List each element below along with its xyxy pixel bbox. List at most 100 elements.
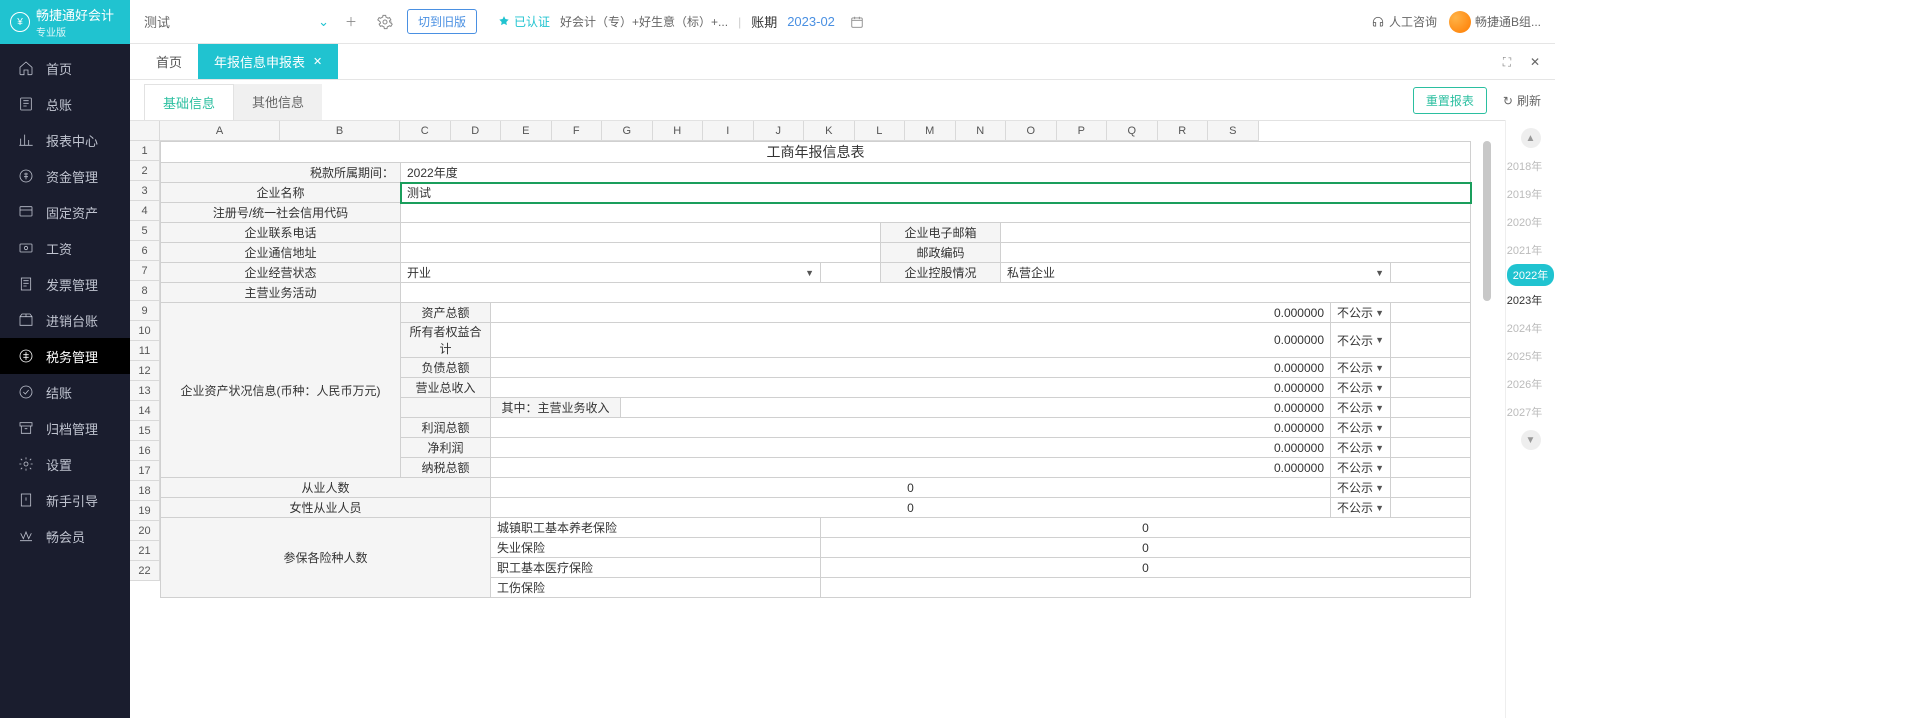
cell[interactable] (821, 263, 881, 283)
year-option[interactable]: 2022年 (1507, 264, 1554, 286)
year-option[interactable]: 2027年 (1507, 398, 1554, 426)
row-header[interactable]: 3 (130, 181, 160, 201)
row-header[interactable]: 19 (130, 501, 160, 521)
reg-no-cell[interactable] (401, 203, 1471, 223)
metric-value[interactable]: 0.000000 (491, 323, 1331, 358)
disclose-select[interactable]: 不公示▼ (1331, 358, 1391, 378)
support-link[interactable]: 人工咨询 (1371, 13, 1437, 30)
value-cell[interactable]: 0 (491, 498, 1331, 518)
row-header[interactable]: 1 (130, 141, 160, 161)
column-header[interactable]: O (1006, 121, 1057, 141)
column-header[interactable]: Q (1107, 121, 1158, 141)
row-header[interactable]: 18 (130, 481, 160, 501)
cell[interactable] (1001, 223, 1471, 243)
column-header[interactable]: L (855, 121, 906, 141)
row-header[interactable]: 6 (130, 241, 160, 261)
row-header[interactable]: 10 (130, 321, 160, 341)
cell[interactable] (1391, 498, 1471, 518)
metric-value[interactable]: 0.000000 (491, 378, 1331, 398)
column-header[interactable]: B (280, 121, 400, 141)
sidebar-item-home[interactable]: 首页 (0, 50, 130, 86)
user-menu[interactable]: 畅捷通B组... (1449, 11, 1541, 33)
column-header[interactable]: M (905, 121, 956, 141)
row-header[interactable]: 20 (130, 521, 160, 541)
disclose-select[interactable]: 不公示▼ (1331, 438, 1391, 458)
metric-value[interactable]: 0.000000 (491, 303, 1331, 323)
refresh-button[interactable]: ↻ 刷新 (1503, 92, 1541, 109)
cell[interactable] (1001, 243, 1471, 263)
sub-tab[interactable]: 基础信息 (144, 84, 234, 120)
sub-tab[interactable]: 其他信息 (234, 84, 322, 120)
spreadsheet[interactable]: ABCDEFGHIJKLMNOPQRST 1234567891011121314… (130, 120, 1505, 718)
close-tabs-button[interactable]: ✕ (1523, 50, 1547, 74)
row-header[interactable]: 5 (130, 221, 160, 241)
year-down-button[interactable]: ▼ (1521, 430, 1541, 450)
add-company-button[interactable]: ＋ (339, 10, 363, 34)
period-value[interactable]: 2023-02 (787, 14, 835, 29)
cell[interactable] (401, 283, 1471, 303)
sidebar-item-settings[interactable]: 设置 (0, 446, 130, 482)
sidebar-item-guide[interactable]: 新手引导 (0, 482, 130, 518)
sidebar-item-close[interactable]: 结账 (0, 374, 130, 410)
cell[interactable] (1391, 478, 1471, 498)
row-header[interactable]: 14 (130, 401, 160, 421)
metric-value[interactable]: 0.000000 (491, 438, 1331, 458)
row-header[interactable]: 13 (130, 381, 160, 401)
disclose-select[interactable]: 不公示▼ (1331, 378, 1391, 398)
sidebar-item-archive[interactable]: 归档管理 (0, 410, 130, 446)
insurance-value[interactable] (821, 578, 1471, 598)
cell[interactable] (1391, 398, 1471, 418)
row-header[interactable]: 4 (130, 201, 160, 221)
sidebar-item-invoice[interactable]: 发票管理 (0, 266, 130, 302)
cell[interactable] (1391, 263, 1471, 283)
cell[interactable] (1391, 378, 1471, 398)
sidebar-item-ledger[interactable]: 总账 (0, 86, 130, 122)
row-header[interactable]: 21 (130, 541, 160, 561)
column-header[interactable]: S (1208, 121, 1259, 141)
sidebar-item-vip[interactable]: 畅会员 (0, 518, 130, 554)
page-tab[interactable]: 首页 (140, 44, 198, 79)
column-header[interactable]: E (501, 121, 552, 141)
close-icon[interactable]: ✕ (313, 55, 322, 68)
column-header[interactable]: K (804, 121, 855, 141)
sidebar-item-stock[interactable]: 进销台账 (0, 302, 130, 338)
switch-old-button[interactable]: 切到旧版 (407, 9, 477, 34)
metric-value[interactable]: 0.000000 (491, 458, 1331, 478)
status-select[interactable]: 开业▼ (401, 263, 821, 283)
year-option[interactable]: 2025年 (1507, 342, 1554, 370)
disclose-select[interactable]: 不公示▼ (1331, 398, 1391, 418)
company-selector[interactable]: 测试 ⌄ (144, 12, 329, 31)
vertical-scrollbar[interactable] (1481, 141, 1491, 718)
metric-value[interactable]: 0.000000 (491, 418, 1331, 438)
row-header[interactable]: 7 (130, 261, 160, 281)
column-header[interactable]: H (653, 121, 704, 141)
row-header[interactable]: 12 (130, 361, 160, 381)
disclose-select[interactable]: 不公示▼ (1331, 458, 1391, 478)
disclose-select[interactable]: 不公示▼ (1331, 498, 1391, 518)
value-cell[interactable]: 0 (491, 478, 1331, 498)
row-header[interactable]: 15 (130, 421, 160, 441)
year-option[interactable]: 2026年 (1507, 370, 1554, 398)
year-option[interactable]: 2023年 (1507, 286, 1554, 314)
column-header[interactable]: G (602, 121, 653, 141)
cell[interactable] (1391, 438, 1471, 458)
sidebar-item-asset[interactable]: 固定资产 (0, 194, 130, 230)
year-option[interactable]: 2018年 (1507, 152, 1554, 180)
period-dropdown-icon[interactable] (845, 10, 869, 34)
sidebar-item-salary[interactable]: 工资 (0, 230, 130, 266)
row-header[interactable]: 9 (130, 301, 160, 321)
metric-value[interactable]: 0.000000 (491, 358, 1331, 378)
sidebar-item-tax[interactable]: 税务管理 (0, 338, 130, 374)
insurance-value[interactable]: 0 (821, 558, 1471, 578)
company-name-cell[interactable]: 测试 (401, 183, 1471, 203)
period-value-cell[interactable]: 2022年度 (401, 163, 1471, 183)
disclose-select[interactable]: 不公示▼ (1331, 418, 1391, 438)
column-header[interactable]: D (451, 121, 502, 141)
metric-value[interactable]: 0.000000 (621, 398, 1331, 418)
year-option[interactable]: 2019年 (1507, 180, 1554, 208)
company-settings-button[interactable] (373, 10, 397, 34)
column-header[interactable]: J (754, 121, 805, 141)
column-header[interactable]: A (160, 121, 280, 141)
row-header[interactable]: 8 (130, 281, 160, 301)
cell[interactable] (1391, 418, 1471, 438)
